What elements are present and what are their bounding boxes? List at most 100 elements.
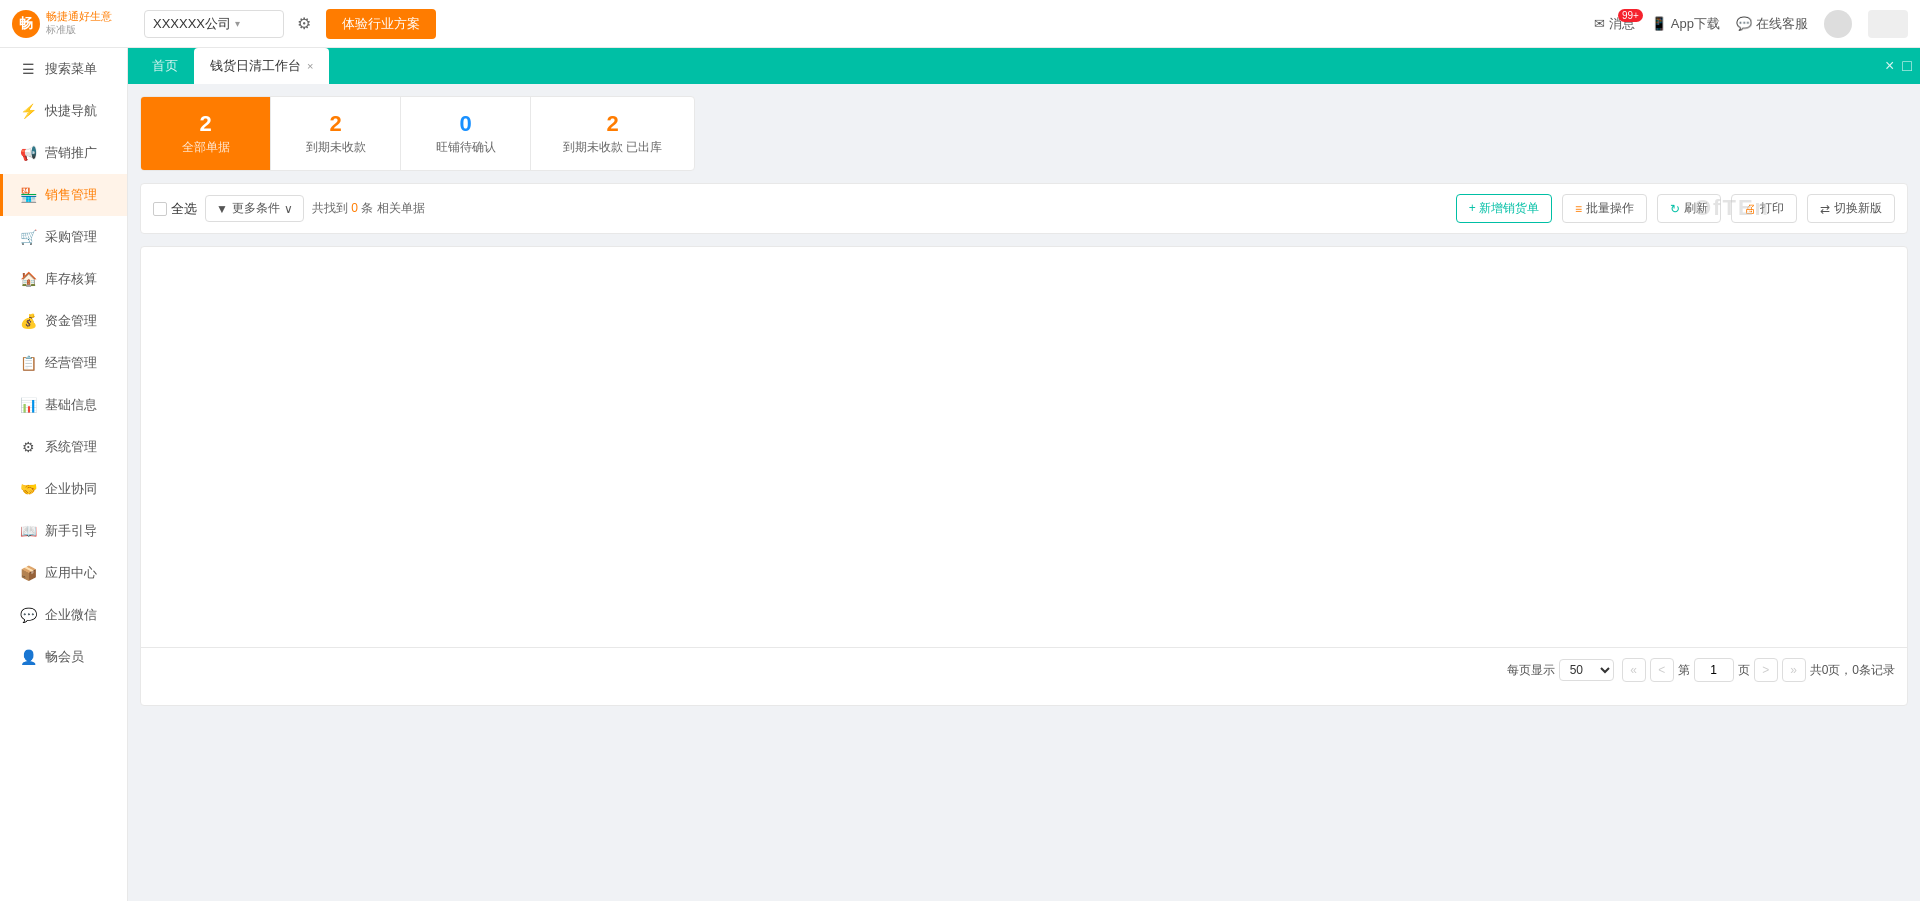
- avatar[interactable]: [1824, 10, 1852, 38]
- tab-close-icon[interactable]: ×: [307, 60, 313, 72]
- stat-overdue[interactable]: 2 到期未收款: [271, 97, 401, 170]
- company-selector[interactable]: XXXXXX公司 ▾: [144, 10, 284, 38]
- user-name-area: [1868, 10, 1908, 38]
- tab-bar-controls: × □: [1885, 57, 1912, 75]
- main-content: 2 全部单据 2 到期未收款 0 旺铺待确认 2 到期未收款 已出库 全选 ▼ …: [128, 84, 1920, 901]
- next-page-button[interactable]: >: [1754, 658, 1778, 682]
- message-badge: 99+: [1618, 9, 1643, 22]
- sidebar-item-finance[interactable]: 💰 资金管理: [0, 300, 127, 342]
- wechat-icon: 💬: [19, 607, 37, 623]
- pagination: 每页显示 50 100 200 « < 第 页 > » 共0页，0条记录: [141, 647, 1907, 692]
- last-page-button[interactable]: »: [1782, 658, 1806, 682]
- sidebar-item-base-info[interactable]: 📊 基础信息: [0, 384, 127, 426]
- chevron-icon: ∨: [284, 202, 293, 216]
- filter-button[interactable]: ▼ 更多条件 ∨: [205, 195, 304, 222]
- operations-icon: 📋: [19, 355, 37, 371]
- logo-icon: 畅: [12, 10, 40, 38]
- first-page-button[interactable]: «: [1622, 658, 1646, 682]
- sidebar-item-operations[interactable]: 📋 经营管理: [0, 342, 127, 384]
- header: 畅 畅捷通好生意 标准版 XXXXXX公司 ▾ ⚙ 体验行业方案 ✉ 消息 99…: [0, 0, 1920, 48]
- cooperation-icon: 🤝: [19, 481, 37, 497]
- app-center-icon: 📦: [19, 565, 37, 581]
- chevron-down-icon: ▾: [235, 18, 240, 29]
- stat-num-all: 2: [173, 111, 238, 137]
- sidebar-item-member[interactable]: 👤 畅会员: [0, 636, 127, 678]
- page-size-dropdown[interactable]: 50 100 200: [1559, 659, 1614, 681]
- minimize-icon[interactable]: ×: [1885, 57, 1894, 75]
- service-icon: 💬: [1736, 16, 1752, 31]
- batch-icon: ≡: [1575, 202, 1582, 216]
- toolbar-left: 全选 ▼ 更多条件 ∨ 共找到 0 条 相关单据: [153, 195, 1448, 222]
- refresh-icon: ↻: [1670, 202, 1680, 216]
- system-icon: ⚙: [19, 439, 37, 455]
- toolbar: 全选 ▼ 更多条件 ∨ 共找到 0 条 相关单据 + 新增销货单 ≡ 批量操作: [140, 183, 1908, 234]
- match-count: 0: [351, 201, 358, 215]
- page-size-select: 每页显示 50 100 200: [1507, 659, 1614, 681]
- download-icon: 📱: [1651, 16, 1667, 31]
- stat-num-shipped: 2: [563, 111, 662, 137]
- guide-icon: 📖: [19, 523, 37, 539]
- app-download-button[interactable]: 📱 App下载: [1651, 15, 1720, 33]
- select-all-wrap[interactable]: 全选: [153, 200, 197, 218]
- member-icon: 👤: [19, 649, 37, 665]
- tab-workbench[interactable]: 钱货日清工作台 ×: [194, 48, 329, 84]
- stat-label-all: 全部单据: [173, 139, 238, 156]
- online-service-button[interactable]: 💬 在线客服: [1736, 15, 1808, 33]
- logo-text: 畅捷通好生意: [46, 10, 112, 23]
- page-nav: « < 第 页 > » 共0页，0条记录: [1622, 658, 1895, 682]
- trial-button[interactable]: 体验行业方案: [326, 9, 436, 39]
- sales-icon: 🏪: [19, 187, 37, 203]
- sidebar-item-cooperation[interactable]: 🤝 企业协同: [0, 468, 127, 510]
- match-text: 共找到 0 条 相关单据: [312, 200, 425, 217]
- table-empty: [141, 247, 1907, 647]
- switch-version-button[interactable]: ⇄ 切换新版: [1807, 194, 1895, 223]
- switch-icon: ⇄: [1820, 202, 1830, 216]
- batch-button[interactable]: ≡ 批量操作: [1562, 194, 1647, 223]
- stat-num-pending: 0: [433, 111, 498, 137]
- sidebar-item-search-menu[interactable]: ☰ 搜索菜单: [0, 48, 127, 90]
- maximize-icon[interactable]: □: [1902, 57, 1912, 75]
- sidebar-item-app-center[interactable]: 📦 应用中心: [0, 552, 127, 594]
- stat-num-overdue: 2: [303, 111, 368, 137]
- sidebar-item-marketing[interactable]: 📢 营销推广: [0, 132, 127, 174]
- page-input[interactable]: [1694, 658, 1734, 682]
- messages-button[interactable]: ✉ 消息 99+: [1594, 15, 1635, 33]
- search-menu-icon: ☰: [19, 61, 37, 77]
- select-all-label: 全选: [171, 200, 197, 218]
- header-right: ✉ 消息 99+ 📱 App下载 💬 在线客服: [1594, 10, 1908, 38]
- message-icon: ✉: [1594, 16, 1605, 31]
- sidebar-item-system[interactable]: ⚙ 系统管理: [0, 426, 127, 468]
- print-button[interactable]: 🖨 打印: [1731, 194, 1797, 223]
- quick-nav-icon: ⚡: [19, 103, 37, 119]
- stat-label-pending: 旺铺待确认: [433, 139, 498, 156]
- stat-all[interactable]: 2 全部单据: [141, 97, 271, 170]
- purchase-icon: 🛒: [19, 229, 37, 245]
- sidebar-item-guide[interactable]: 📖 新手引导: [0, 510, 127, 552]
- settings-icon[interactable]: ⚙: [290, 10, 318, 38]
- table-area: 每页显示 50 100 200 « < 第 页 > » 共0页，0条记录: [140, 246, 1908, 706]
- finance-icon: 💰: [19, 313, 37, 329]
- inventory-icon: 🏠: [19, 271, 37, 287]
- filter-icon: ▼: [216, 202, 228, 216]
- logo-sub: 标准版: [46, 23, 112, 37]
- refresh-button[interactable]: ↻ 刷新: [1657, 194, 1721, 223]
- page-total: 共0页，0条记录: [1810, 662, 1895, 679]
- sidebar-item-sales[interactable]: 🏪 销售管理: [0, 174, 127, 216]
- sidebar-item-purchase[interactable]: 🛒 采购管理: [0, 216, 127, 258]
- stat-label-overdue: 到期未收款: [303, 139, 368, 156]
- print-icon: 🖨: [1744, 202, 1756, 216]
- toolbar-right: + 新增销货单 ≡ 批量操作 ↻ 刷新 🖨 打印 ⇄ 切换新版: [1456, 194, 1895, 223]
- sidebar-item-inventory[interactable]: 🏠 库存核算: [0, 258, 127, 300]
- tab-bar: 首页 钱货日清工作台 × × □: [128, 48, 1920, 84]
- prev-page-button[interactable]: <: [1650, 658, 1674, 682]
- sidebar-item-wechat[interactable]: 💬 企业微信: [0, 594, 127, 636]
- tab-home[interactable]: 首页: [136, 48, 194, 84]
- stat-pending[interactable]: 0 旺铺待确认: [401, 97, 531, 170]
- stat-label-shipped: 到期未收款 已出库: [563, 139, 662, 156]
- sidebar-item-quick-nav[interactable]: ⚡ 快捷导航: [0, 90, 127, 132]
- select-all-checkbox[interactable]: [153, 202, 167, 216]
- base-info-icon: 📊: [19, 397, 37, 413]
- stat-shipped[interactable]: 2 到期未收款 已出库: [531, 97, 694, 170]
- marketing-icon: 📢: [19, 145, 37, 161]
- new-order-button[interactable]: + 新增销货单: [1456, 194, 1552, 223]
